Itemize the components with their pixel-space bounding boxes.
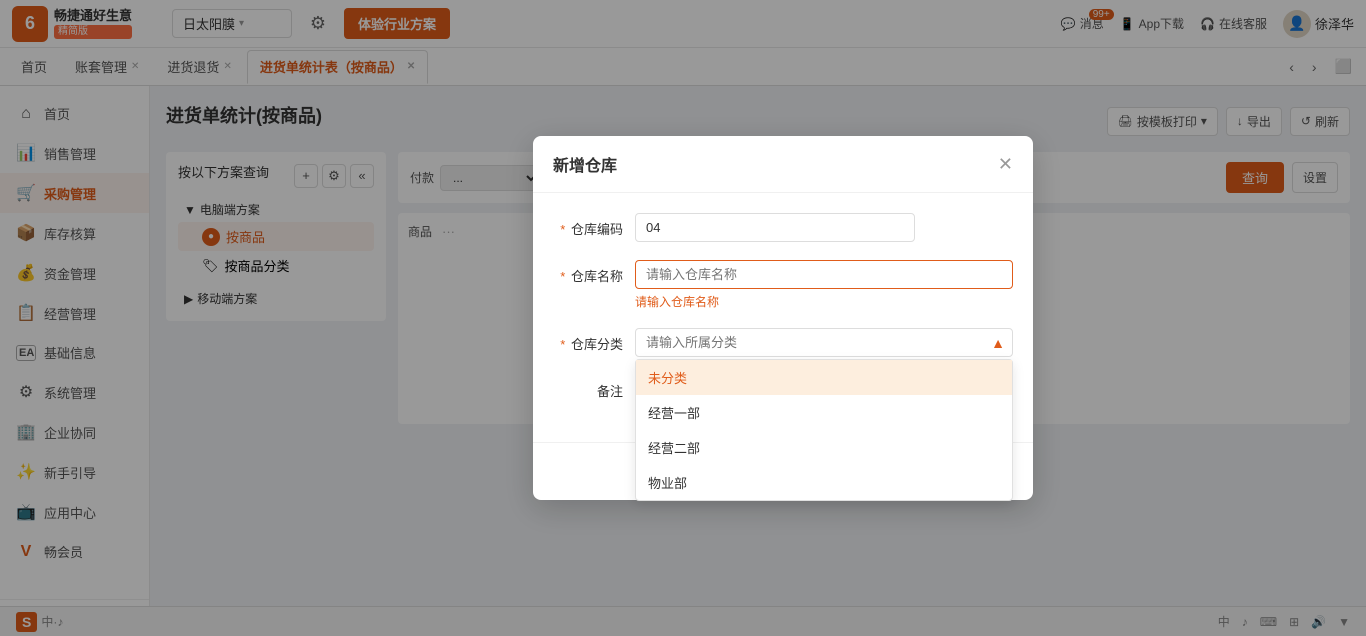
form-row-code: * 仓库编码 bbox=[553, 213, 1013, 242]
modal-header: 新增仓库 ✕ bbox=[533, 136, 1033, 193]
modal-close-button[interactable]: ✕ bbox=[998, 155, 1013, 173]
required-mark: * bbox=[560, 222, 565, 237]
category-label: * 仓库分类 bbox=[553, 328, 623, 353]
dropdown-item-uncategorized[interactable]: 未分类 bbox=[636, 360, 1012, 395]
note-label: 备注 bbox=[553, 375, 623, 400]
modal-title: 新增仓库 bbox=[553, 152, 617, 176]
add-warehouse-modal: 新增仓库 ✕ * 仓库编码 * 仓库名称 请输入仓库名称 * bbox=[533, 136, 1033, 500]
dropdown-item-dept1[interactable]: 经营一部 bbox=[636, 395, 1012, 430]
form-row-name: * 仓库名称 请输入仓库名称 bbox=[553, 260, 1013, 310]
category-dropdown: ▲ 未分类 经营一部 经营二部 物业部 bbox=[635, 328, 1013, 357]
category-dropdown-list: 未分类 经营一部 经营二部 物业部 bbox=[635, 359, 1013, 501]
warehouse-code-input[interactable] bbox=[635, 213, 915, 242]
name-error-msg: 请输入仓库名称 bbox=[635, 293, 1013, 310]
modal-body: * 仓库编码 * 仓库名称 请输入仓库名称 * 仓库分类 ▲ bbox=[533, 193, 1033, 442]
category-input[interactable] bbox=[635, 328, 1013, 357]
dropdown-item-property[interactable]: 物业部 bbox=[636, 465, 1012, 500]
code-label: * 仓库编码 bbox=[553, 213, 623, 238]
name-label: * 仓库名称 bbox=[553, 260, 623, 285]
form-row-category: * 仓库分类 ▲ 未分类 经营一部 经营二部 物业部 bbox=[553, 328, 1013, 357]
dropdown-item-dept2[interactable]: 经营二部 bbox=[636, 430, 1012, 465]
required-mark3: * bbox=[560, 337, 565, 352]
required-mark2: * bbox=[560, 269, 565, 284]
name-field-wrap: 请输入仓库名称 bbox=[635, 260, 1013, 310]
warehouse-name-input[interactable] bbox=[635, 260, 1013, 289]
